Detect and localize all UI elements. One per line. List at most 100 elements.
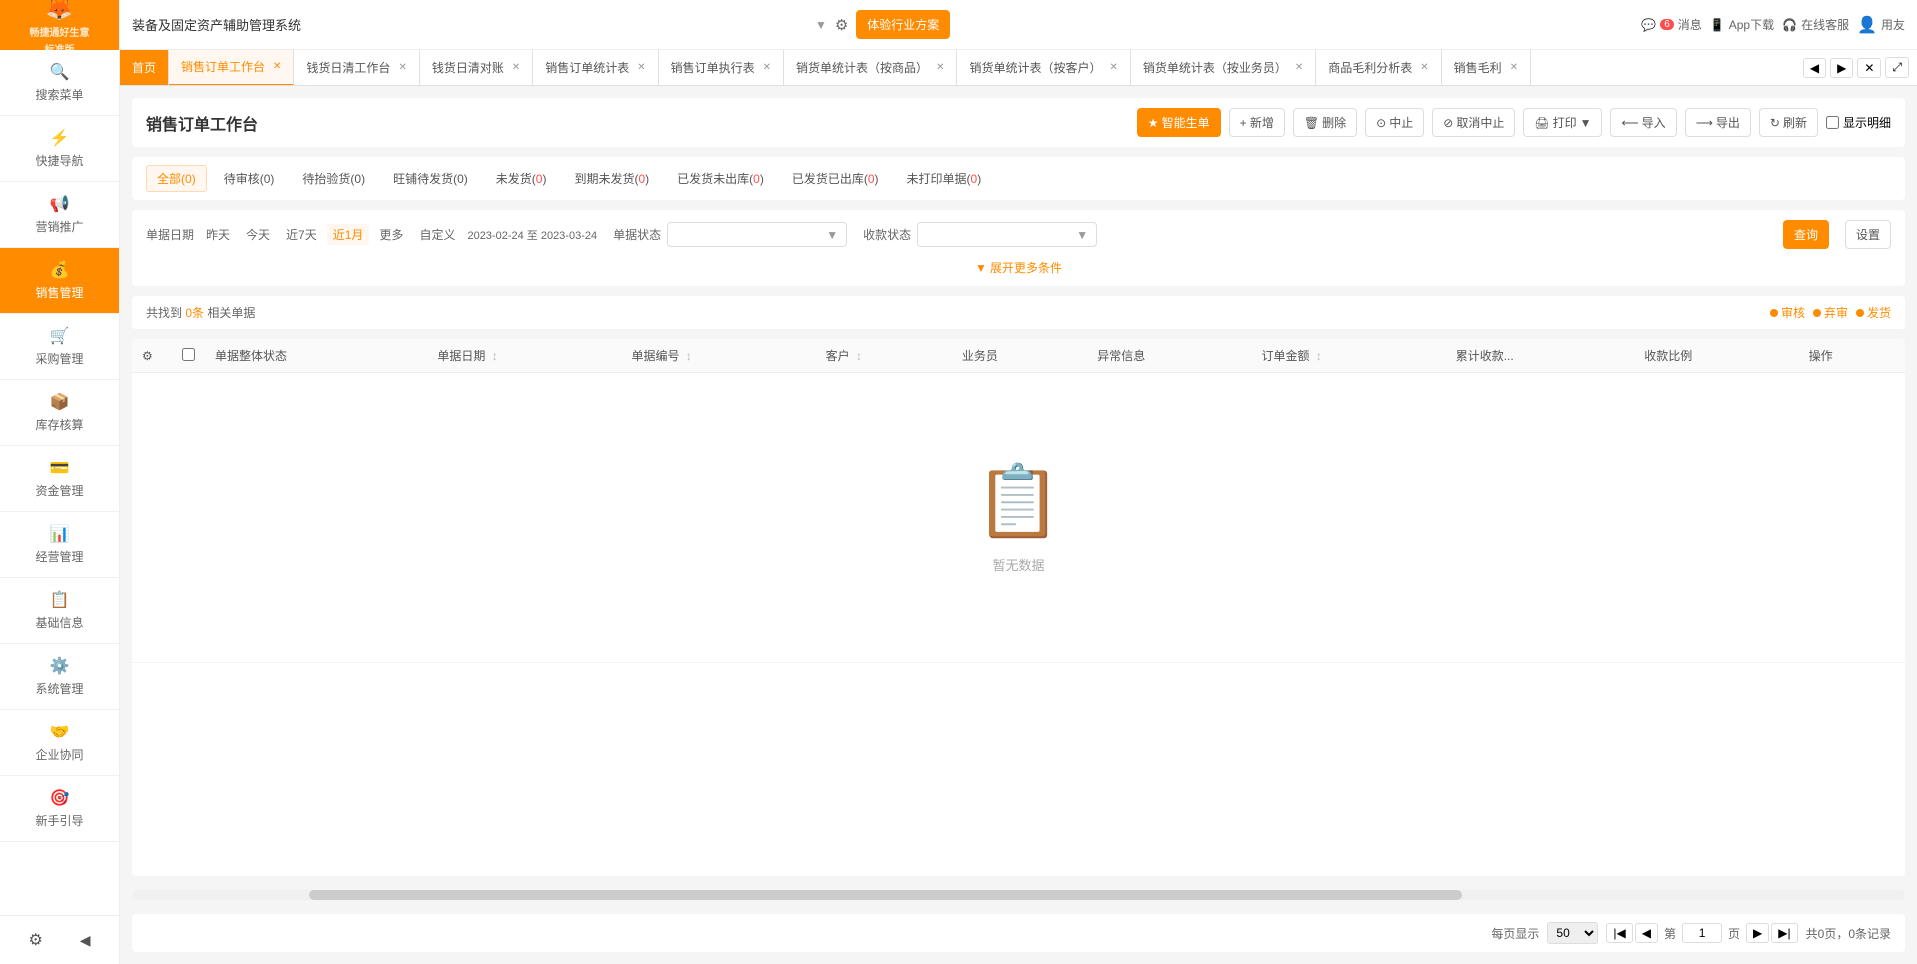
th-customer[interactable]: 客户 ↕ [816,339,952,373]
user-group[interactable]: 👤 用友 [1857,15,1905,35]
sidebar-item-finance[interactable]: 💳资金管理 [0,446,119,512]
filter-tab-all[interactable]: 全部(0) [146,165,207,192]
sidebar-item-system[interactable]: ⚙️系统管理 [0,644,119,710]
close-tab-sales-stats-staff[interactable]: ✕ [1295,62,1303,73]
close-tab-sales-gross[interactable]: ✕ [1510,62,1518,73]
filter-tab-shipped-not-out[interactable]: 已发货未出库(0) [666,165,775,192]
sidebar-item-enterprise[interactable]: 🤝企业协同 [0,710,119,776]
query-btn[interactable]: 查询 [1783,220,1829,249]
tab-sales-stats-product[interactable]: 销货单统计表（按商品）✕ [784,50,957,86]
solution-button[interactable]: 体验行业方案 [856,10,950,39]
sidebar-item-quick-nav[interactable]: ⚡快捷导航 [0,116,119,182]
close-tab-sales-exec[interactable]: ✕ [763,62,771,73]
date-option-今天[interactable]: 今天 [240,224,276,245]
cancel-suspend-btn[interactable]: ⊘ 取消中止 [1432,108,1515,137]
ship-btn[interactable]: 发货 [1856,304,1891,321]
result-info: 共找到 0条 相关单据 [146,304,255,321]
tab-cash-reconcile[interactable]: 钱货日清对账✕ [420,50,533,86]
expand-conditions-btn[interactable]: ▼ 展开更多条件 [975,253,1062,276]
th-checkbox[interactable] [172,339,205,373]
close-tab-sales-stats[interactable]: ✕ [637,62,645,73]
close-tab-sales-workbench[interactable]: ✕ [273,61,281,72]
sidebar-settings-btn[interactable]: ⚙ [24,926,46,954]
smart-create-btn[interactable]: ★ 智能生单 [1137,108,1221,137]
page-header: 销售订单工作台 ★ 智能生单 + 新增 🗑 删除 ⊙ 中止 ⊘ 取消中止 [132,98,1905,147]
topbar-dropdown-icon[interactable]: ▼ [815,18,827,32]
scrollbar-thumb[interactable] [309,890,1461,900]
sidebar-item-basic-info[interactable]: 📋基础信息 [0,578,119,644]
sidebar-collapse-btn[interactable]: ◀ [76,926,95,954]
suspend-btn[interactable]: ⊙ 中止 [1365,108,1424,137]
filter-tab-not-shipped[interactable]: 未发货(0) [485,165,558,192]
select-all-checkbox[interactable] [182,348,195,361]
payment-dropdown[interactable]: ▼ [917,222,1097,247]
th-settings[interactable]: ⚙ [132,339,172,373]
message-badge: 6 [1660,19,1674,30]
tab-sales-stats[interactable]: 销售订单统计表✕ [533,50,658,86]
sidebar-item-marketing[interactable]: 📢营销推广 [0,182,119,248]
add-btn[interactable]: + 新增 [1229,108,1285,137]
th-amount[interactable]: 订单金额 ↕ [1252,339,1446,373]
filter-tab-wangpu-pending[interactable]: 旺铺待发货(0) [382,165,479,192]
tab-sales-workbench[interactable]: 销售订单工作台✕ [169,50,294,86]
horizontal-scrollbar[interactable] [132,890,1905,900]
refresh-btn[interactable]: ↻ 刷新 [1759,108,1818,137]
import-btn[interactable]: ⟵ 导入 [1610,108,1676,137]
show-detail-checkbox[interactable]: 显示明细 [1826,114,1891,131]
sidebar-item-sales[interactable]: 💰销售管理 [0,248,119,314]
per-page-select[interactable]: 50 20 100 [1547,922,1598,944]
tab-sales-stats-customer[interactable]: 销货单统计表（按客户）✕ [957,50,1130,86]
close-tab-sales-stats-customer[interactable]: ✕ [1109,62,1117,73]
next-page-btn[interactable]: ▶ [1746,923,1769,943]
tabs-maximize-btn[interactable]: ⤢ [1885,57,1909,78]
close-tab-profit-analysis[interactable]: ✕ [1420,62,1428,73]
filter-tab-not-printed[interactable]: 未打印单据(0) [896,165,993,192]
tab-home[interactable]: 首页 [120,50,169,86]
export-btn[interactable]: ⟶ 导出 [1685,108,1751,137]
detail-checkbox-input[interactable] [1826,116,1839,129]
tab-sales-gross[interactable]: 销售毛利✕ [1442,50,1531,86]
status-dropdown[interactable]: ▼ [667,222,847,247]
date-option-更多[interactable]: 更多 [373,224,409,245]
review-btn[interactable]: 审核 [1770,304,1805,321]
page-input[interactable] [1682,923,1722,943]
th-date[interactable]: 单据日期 ↕ [427,339,621,373]
th-number[interactable]: 单据编号 ↕ [622,339,816,373]
delete-btn[interactable]: 🗑 删除 [1293,108,1357,137]
tabs-prev-btn[interactable]: ◀ [1803,58,1826,78]
tabs-next-btn[interactable]: ▶ [1830,58,1853,78]
close-tab-cash-reconcile[interactable]: ✕ [512,62,520,73]
tab-sales-exec[interactable]: 销售订单执行表✕ [659,50,784,86]
result-count: 0条 [185,306,204,320]
filter-tab-pending-review[interactable]: 待审核(0) [213,165,286,192]
sidebar-item-guide[interactable]: 🎯新手引导 [0,776,119,842]
tab-sales-stats-staff[interactable]: 销货单统计表（按业务员）✕ [1131,50,1316,86]
last-page-btn[interactable]: ▶| [1771,923,1797,943]
cancel-review-btn[interactable]: 弃审 [1813,304,1848,321]
date-option-昨天[interactable]: 昨天 [200,224,236,245]
sidebar-item-inventory[interactable]: 📦库存核算 [0,380,119,446]
close-tab-sales-stats-product[interactable]: ✕ [936,62,944,73]
filter-tab-expired-not-shipped[interactable]: 到期未发货(0) [563,165,660,192]
topbar-settings-icon[interactable]: ⚙ [835,16,848,34]
filter-tab-pending-inspect[interactable]: 待抬验货(0) [291,165,376,192]
setting-query-btn[interactable]: 设置 [1845,220,1891,249]
prev-page-btn[interactable]: ◀ [1635,923,1658,943]
message-group[interactable]: 💬 6 消息 [1641,16,1702,33]
close-tab-cash-daily[interactable]: ✕ [398,62,406,73]
sidebar-item-search[interactable]: 🔍搜索菜单 [0,50,119,116]
date-option-自定义[interactable]: 自定义 [413,224,461,245]
first-page-btn[interactable]: |◀ [1606,923,1632,943]
online-service-group[interactable]: 🎧 在线客服 [1782,16,1849,33]
sidebar-item-purchase[interactable]: 🛒采购管理 [0,314,119,380]
app-download-group[interactable]: 📱 App下载 [1710,16,1774,33]
sidebar-item-operation[interactable]: 📊经营管理 [0,512,119,578]
filter-tab-shipped-out[interactable]: 已发货已出库(0) [781,165,890,192]
tab-profit-analysis[interactable]: 商品毛利分析表✕ [1316,50,1441,86]
print-btn[interactable]: 🖨 打印 ▼ [1523,108,1602,137]
date-option-近7天[interactable]: 近7天 [280,224,323,245]
date-option-近1月[interactable]: 近1月 [327,224,370,245]
tabs-close-all-btn[interactable]: ✕ [1857,58,1881,78]
result-suffix: 相关单据 [207,306,255,320]
tab-cash-daily[interactable]: 钱货日清工作台✕ [294,50,419,86]
